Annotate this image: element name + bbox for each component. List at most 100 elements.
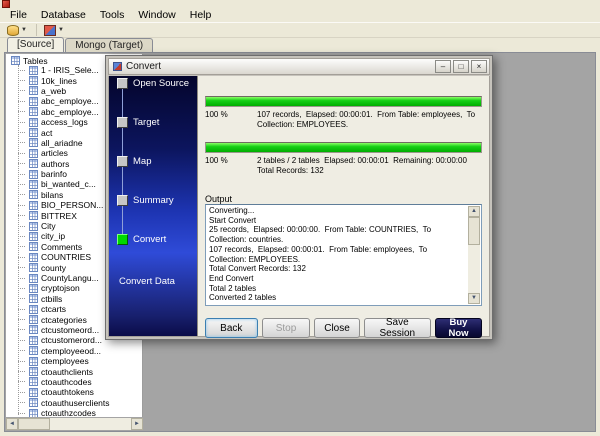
- table-icon: [29, 367, 38, 376]
- tree-item[interactable]: ctoauthclients: [6, 366, 142, 376]
- output-log: Converting...Start Convert25 records, El…: [209, 206, 466, 304]
- tree-item-label: access_logs: [41, 117, 88, 127]
- tree-item[interactable]: ctoauthtokens: [6, 387, 142, 397]
- tab-label: [Source]: [17, 39, 54, 50]
- tab-strip: [Source] Mongo (Target): [4, 37, 153, 52]
- tree-item-label: ctoauthzcodes: [41, 408, 96, 417]
- table-icon: [29, 357, 38, 366]
- menu-item[interactable]: Help: [183, 8, 219, 22]
- tree-item-label: ctoauthcodes: [41, 377, 92, 387]
- table-icon: [29, 222, 38, 231]
- tree-item-label: 1 - IRIS_Sele...: [41, 65, 99, 75]
- dropdown-arrow-icon[interactable]: ▼: [56, 27, 66, 33]
- tree-root-label: Tables: [23, 56, 48, 66]
- menu-item[interactable]: Tools: [93, 8, 132, 22]
- menu-item[interactable]: File: [3, 8, 34, 22]
- tree-item-label: ctoauthclients: [41, 367, 93, 377]
- step-square-icon: [117, 78, 128, 89]
- table-icon: [29, 211, 38, 220]
- output-line: Total Convert Records: 132: [209, 264, 466, 274]
- wizard-sidebar: Open Source Target Map: [109, 76, 197, 336]
- tree-item[interactable]: ctemployees: [6, 356, 142, 366]
- tree-item-label: county: [41, 263, 66, 273]
- minimize-icon[interactable]: –: [435, 60, 451, 73]
- step-square-icon: [117, 117, 128, 128]
- menu-item[interactable]: Window: [131, 8, 182, 22]
- tab[interactable]: Mongo (Target): [65, 38, 153, 52]
- table-icon: [29, 118, 38, 127]
- wizard-steps: Open Source Target Map: [117, 77, 197, 272]
- table-icon: [29, 180, 38, 189]
- dialog-titlebar[interactable]: Convert – □ ×: [108, 58, 490, 75]
- tree-item-label: cryptojson: [41, 283, 80, 293]
- app-window: FileDatabaseToolsWindowHelp ▼ ▼ [Source]…: [0, 0, 600, 436]
- dropdown-arrow-icon[interactable]: ▼: [19, 27, 29, 33]
- convert-toolbar-button[interactable]: ▼: [42, 23, 68, 38]
- table-icon: [29, 274, 38, 283]
- wizard-step: Open Source: [117, 77, 197, 89]
- table-progress-bar: [205, 96, 482, 107]
- tree-item-label: Comments: [41, 242, 82, 252]
- tree-item-label: ctoauthuserclients: [41, 398, 110, 408]
- progress-percent: 100 %: [205, 156, 257, 175]
- table-icon: [29, 97, 38, 106]
- scrollbar-thumb[interactable]: [18, 418, 50, 430]
- progress-percent: 100 %: [205, 110, 257, 129]
- table-icon: [29, 294, 38, 303]
- progress-status-text: 107 records, Elapsed: 00:00:01. From Tab…: [257, 110, 482, 129]
- tree-horizontal-scrollbar[interactable]: ◄ ►: [6, 418, 143, 430]
- save-session-button[interactable]: Save Session: [364, 318, 431, 338]
- tree-item[interactable]: ctemployeeod...: [6, 346, 142, 356]
- tree-item-label: ctcustomeord...: [41, 325, 99, 335]
- back-button[interactable]: Back: [205, 318, 258, 338]
- tree-item-label: barinfo: [41, 169, 67, 179]
- close-icon[interactable]: ×: [471, 60, 487, 73]
- output-line: End Convert: [209, 274, 466, 284]
- table-icon: [29, 86, 38, 95]
- table-icon: [11, 56, 20, 65]
- maximize-icon[interactable]: □: [453, 60, 469, 73]
- menu-bar: FileDatabaseToolsWindowHelp: [0, 7, 600, 22]
- tree-item-label: ctemployeeod...: [41, 346, 101, 356]
- close-button[interactable]: Close: [314, 318, 359, 338]
- output-line: 25 records, Elapsed: 00:00:00. From Tabl…: [209, 225, 466, 244]
- table-icon: [29, 190, 38, 199]
- tree-item-label: bilans: [41, 190, 63, 200]
- menu-item[interactable]: Database: [34, 8, 93, 22]
- tree-item-label: BIO_PERSON...: [41, 200, 103, 210]
- dialog-icon: [113, 62, 122, 71]
- table-progress-status: 100 % 107 records, Elapsed: 00:00:01. Fr…: [205, 110, 482, 129]
- tree-item-label: ctcustomerord...: [41, 335, 102, 345]
- table-icon: [29, 388, 38, 397]
- open-source-toolbar-button[interactable]: ▼: [5, 23, 31, 38]
- database-source-icon: [7, 25, 19, 36]
- wizard-step: Convert: [117, 233, 197, 245]
- convert-dialog: Convert – □ × Open Source: [105, 55, 493, 340]
- convert-data-label: Convert Data: [119, 276, 175, 287]
- window-titlebar: [0, 0, 600, 7]
- table-icon: [29, 242, 38, 251]
- stop-button[interactable]: Stop: [262, 318, 311, 338]
- tree-item-label: abc_employe...: [41, 96, 99, 106]
- tree-item-label: ctemployees: [41, 356, 89, 366]
- buy-now-button[interactable]: Buy Now: [435, 318, 482, 338]
- dialog-button-row: Back Stop Close Save Session Buy Now: [205, 318, 482, 338]
- scroll-left-arrow-icon[interactable]: ◄: [6, 418, 18, 430]
- tree-item[interactable]: ctoauthuserclients: [6, 398, 142, 408]
- output-box[interactable]: Converting...Start Convert25 records, El…: [205, 204, 482, 306]
- scroll-up-arrow-icon[interactable]: ▲: [468, 206, 480, 217]
- wizard-content: 100 % 107 records, Elapsed: 00:00:01. Fr…: [197, 76, 489, 336]
- step-square-icon: [117, 195, 128, 206]
- scroll-right-arrow-icon[interactable]: ►: [131, 418, 143, 430]
- scroll-down-arrow-icon[interactable]: ▼: [468, 293, 480, 304]
- dialog-window-buttons: – □ ×: [435, 60, 487, 73]
- total-progress-status: 100 % 2 tables / 2 tables Elapsed: 00:00…: [205, 156, 482, 175]
- dialog-title: Convert: [126, 61, 161, 72]
- tree-item[interactable]: ctoauthcodes: [6, 377, 142, 387]
- scrollbar-thumb[interactable]: [468, 217, 480, 245]
- tab[interactable]: [Source]: [7, 37, 64, 52]
- table-icon: [29, 325, 38, 334]
- output-vertical-scrollbar[interactable]: ▲ ▼: [468, 206, 480, 304]
- total-progress-bar: [205, 142, 482, 153]
- tree-item[interactable]: ctoauthzcodes: [6, 408, 142, 417]
